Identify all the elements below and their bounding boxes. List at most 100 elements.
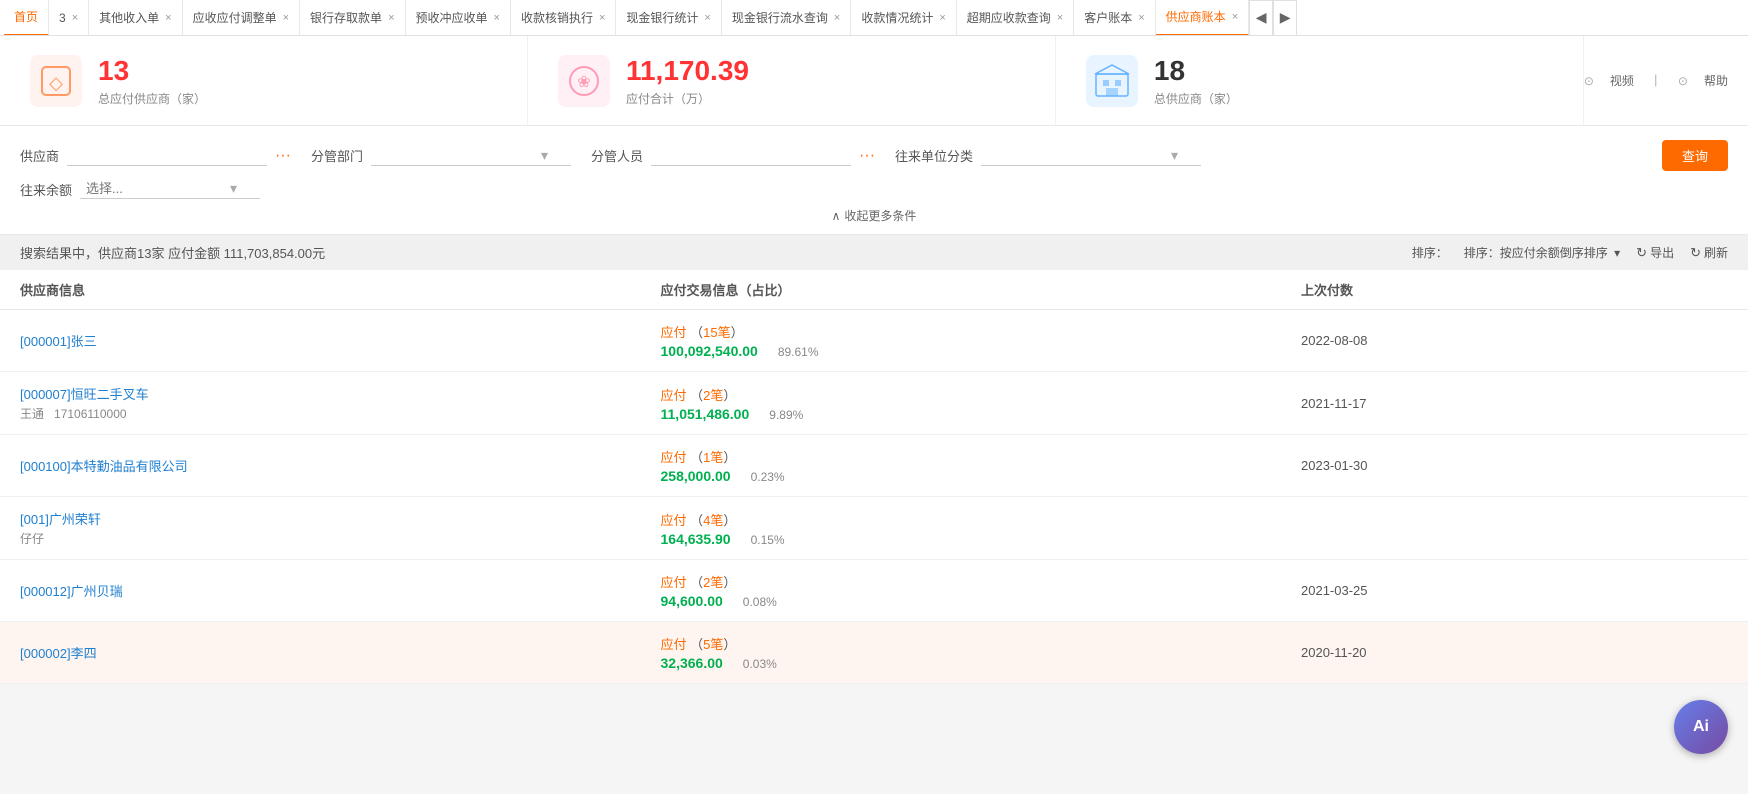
close-icon[interactable]: ×	[1057, 12, 1063, 24]
supplier-info-cell: [000100]本特勤油品有限公司	[20, 456, 661, 475]
summary-payable-text: 13 总应付供应商（家）	[98, 54, 206, 107]
export-button[interactable]: ↻ 导出	[1636, 244, 1674, 261]
filter-category: 往来单位分类 ▾	[895, 146, 1201, 166]
nav-tab-cash-stats[interactable]: 现金银行统计 ×	[616, 0, 721, 36]
total-suppliers-icon	[1086, 55, 1138, 107]
col-header-last-date: 上次付数	[1301, 280, 1728, 299]
trans-amount[interactable]: 94,600.00	[661, 593, 723, 609]
trans-title: 应付 （2笔）	[661, 385, 1302, 404]
filter-supplier: 供应商 ···	[20, 146, 291, 166]
last-date-cell: 2021-11-17	[1301, 396, 1728, 411]
supplier-input[interactable]	[67, 146, 267, 166]
summary-payable-suppliers: ◇ 13 总应付供应商（家）	[0, 36, 528, 125]
balance-chevron-icon[interactable]: ▾	[230, 180, 237, 197]
nav-tab-cash-flow[interactable]: 现金银行流水查询 ×	[722, 0, 851, 36]
nav-tab-other-income[interactable]: 其他收入单 ×	[89, 0, 182, 36]
collapse-button[interactable]: ∧ 收起更多条件	[20, 207, 1728, 224]
table-row: [001]广州荣轩 仔仔 应付 （4笔） 164,635.90 0.15%	[0, 497, 1748, 560]
supplier-table: 供应商信息 应付交易信息（占比） 上次付数 [000001]张三 应付 （15笔…	[0, 270, 1748, 684]
nav-next-arrow[interactable]: ▶	[1273, 0, 1297, 36]
supplier-link[interactable]: [000007]恒旺二手叉车	[20, 387, 149, 402]
ai-button[interactable]: Ai	[1674, 700, 1728, 754]
category-input[interactable]	[981, 146, 1171, 165]
supplier-link[interactable]: [000100]本特勤油品有限公司	[20, 459, 188, 474]
nav-tab-prepay[interactable]: 预收冲应收单 ×	[406, 0, 511, 36]
filter-row-2: 往来余额 ▾	[20, 179, 1728, 199]
close-icon[interactable]: ×	[939, 12, 945, 24]
supplier-link[interactable]: [001]广州荣轩	[20, 512, 101, 527]
person-dots-icon[interactable]: ···	[859, 147, 875, 165]
trans-amount[interactable]: 11,051,486.00	[661, 406, 750, 422]
close-icon[interactable]: ×	[1232, 11, 1238, 23]
dept-filter-label: 分管部门	[311, 146, 363, 165]
trans-info-cell: 应付 （1笔） 258,000.00 0.23%	[661, 447, 1302, 484]
supplier-link[interactable]: [000012]广州贝瑞	[20, 584, 123, 599]
supplier-info-cell: [000012]广州贝瑞	[20, 581, 661, 600]
video-link[interactable]: 视频	[1610, 72, 1634, 89]
trans-percent: 0.15%	[751, 533, 785, 547]
trans-amount[interactable]: 100,092,540.00	[661, 343, 758, 359]
chevron-up-icon: ∧	[832, 209, 841, 223]
refresh-button[interactable]: ↻ 刷新	[1690, 244, 1728, 261]
col-header-trans: 应付交易信息（占比）	[661, 280, 1302, 299]
table-row: [000012]广州贝瑞 应付 （2笔） 94,600.00 0.08% 202…	[0, 560, 1748, 622]
payable-total-icon: ❀	[558, 55, 610, 107]
trans-amount-row: 94,600.00 0.08%	[661, 591, 1302, 609]
close-icon[interactable]: ×	[494, 12, 500, 24]
trans-title: 应付 （1笔）	[661, 447, 1302, 466]
nav-prev-arrow[interactable]: ◀	[1249, 0, 1273, 36]
nav-tab-customer-account[interactable]: 客户账本 ×	[1074, 0, 1155, 36]
trans-amount[interactable]: 32,366.00	[661, 655, 723, 671]
query-button[interactable]: 查询	[1662, 140, 1728, 171]
close-icon[interactable]: ×	[165, 12, 171, 24]
close-icon[interactable]: ×	[599, 12, 605, 24]
supplier-dots-icon[interactable]: ···	[275, 147, 291, 165]
supplier-payable-icon: ◇	[30, 55, 82, 107]
trans-amount[interactable]: 164,635.90	[661, 531, 731, 547]
balance-input[interactable]	[80, 179, 230, 198]
summary-total-suppliers: 18 总供应商（家）	[1056, 36, 1584, 125]
payable-suppliers-count: 13	[98, 54, 206, 88]
close-icon[interactable]: ×	[704, 12, 710, 24]
supplier-info-cell: [000002]李四	[20, 643, 661, 662]
trans-amount-row: 100,092,540.00 89.61%	[661, 341, 1302, 359]
trans-amount-row: 11,051,486.00 9.89%	[661, 404, 1302, 422]
results-actions: 排序： 排序：按应付余额倒序排序 ▾ ↻ 导出 ↻ 刷新	[1412, 244, 1728, 261]
category-chevron-icon[interactable]: ▾	[1171, 147, 1178, 164]
nav-tab-collection[interactable]: 收款核销执行 ×	[511, 0, 616, 36]
table-row: [000002]李四 应付 （5笔） 32,366.00 0.03% 2020-…	[0, 622, 1748, 684]
close-icon[interactable]: ×	[388, 12, 394, 24]
svg-text:◇: ◇	[49, 73, 63, 93]
close-icon[interactable]: ×	[1138, 12, 1144, 24]
close-icon[interactable]: ×	[72, 12, 78, 24]
close-icon[interactable]: ×	[834, 12, 840, 24]
trans-title: 应付 （5笔）	[661, 634, 1302, 653]
summary-total-text: 18 总供应商（家）	[1154, 54, 1238, 107]
person-input[interactable]	[651, 146, 851, 166]
trans-percent: 0.03%	[743, 657, 777, 671]
supplier-link[interactable]: [000002]李四	[20, 646, 97, 661]
nav-tab-adjust[interactable]: 应收应付调整单 ×	[183, 0, 300, 36]
supplier-contact: 仔仔	[20, 530, 661, 547]
dept-input[interactable]	[371, 146, 541, 165]
trans-info-cell: 应付 （2笔） 11,051,486.00 9.89%	[661, 385, 1302, 422]
summary-payable-total: ❀ 11,170.39 应付合计（万）	[528, 36, 1056, 125]
sort-value[interactable]: 排序：按应付余额倒序排序 ▾	[1464, 244, 1620, 261]
close-icon[interactable]: ×	[283, 12, 289, 24]
supplier-link[interactable]: [000001]张三	[20, 334, 97, 349]
filter-balance: 往来余额 ▾	[20, 179, 260, 199]
nav-tab-collection-stats[interactable]: 收款情况统计 ×	[851, 0, 956, 36]
last-date-cell: 2020-11-20	[1301, 645, 1728, 660]
nav-tab-bank[interactable]: 银行存取款单 ×	[300, 0, 405, 36]
table-row: [000007]恒旺二手叉车 王通 17106110000 应付 （2笔） 11…	[0, 372, 1748, 435]
svg-text:❀: ❀	[577, 74, 590, 91]
nav-tab-overdue[interactable]: 超期应收款查询 ×	[957, 0, 1074, 36]
nav-tab-3[interactable]: 3 ×	[49, 0, 89, 36]
nav-tab-supplier-account[interactable]: 供应商账本 ×	[1156, 0, 1249, 36]
dept-chevron-icon[interactable]: ▾	[541, 147, 548, 164]
total-suppliers-count: 18	[1154, 54, 1238, 88]
help-link[interactable]: 帮助	[1704, 72, 1728, 89]
nav-tab-home[interactable]: 首页	[4, 0, 49, 36]
trans-amount[interactable]: 258,000.00	[661, 468, 731, 484]
last-date-cell: 2022-08-08	[1301, 333, 1728, 348]
